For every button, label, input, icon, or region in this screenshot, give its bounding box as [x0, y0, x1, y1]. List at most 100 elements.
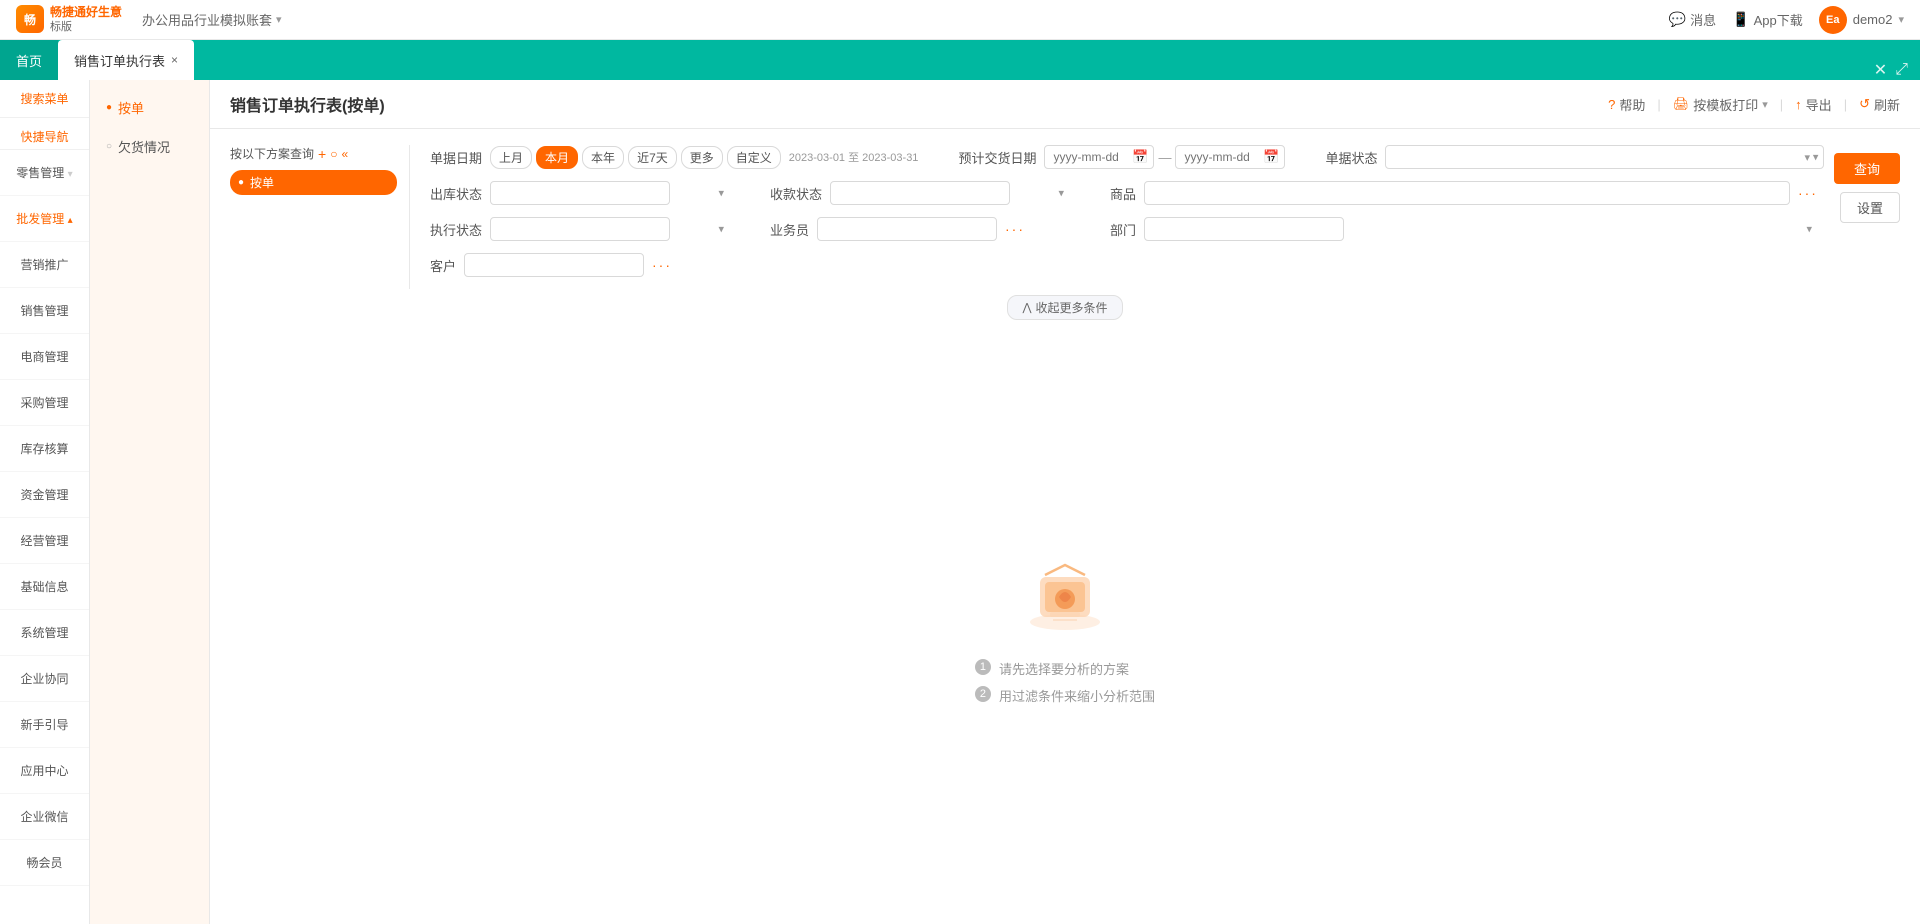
export-btn[interactable]: ↑ 导出	[1795, 95, 1832, 114]
filter-row-2: 出库状态 收款状态 商品	[430, 181, 1818, 205]
filter-dept-item: 部门	[1110, 217, 1818, 241]
empty-tip-2: 2 用过滤条件来缩小分析范围	[975, 686, 1155, 705]
scheme-add-icon[interactable]: +	[318, 146, 326, 162]
date-btn-more[interactable]: 更多	[681, 146, 723, 169]
date-btn-7days[interactable]: 近7天	[628, 146, 677, 169]
scheme-collapse-icon[interactable]: «	[341, 147, 348, 161]
tab-home[interactable]: 首页	[0, 40, 58, 80]
help-btn[interactable]: ? 帮助	[1608, 95, 1645, 114]
message-icon: 💬	[1669, 11, 1686, 28]
sidebar-quick-nav[interactable]: 快捷导航	[0, 118, 89, 150]
help-icon: ?	[1608, 97, 1615, 112]
sidebar-item-purchase[interactable]: 采购管理	[0, 380, 89, 426]
sidebar-item-retail[interactable]: 零售管理 ▾	[0, 150, 89, 196]
filter-doc-status-item: 单据状态 ▾	[1325, 145, 1818, 169]
tab-sales-exec-list[interactable]: 销售订单执行表 ×	[58, 40, 194, 80]
product-input[interactable]	[1144, 181, 1790, 205]
sidebar-item-wholesale[interactable]: 批发管理 ▴	[0, 196, 89, 242]
customer-input[interactable]	[464, 253, 644, 277]
order-bullet-icon: ●	[106, 102, 112, 113]
customer-more-icon[interactable]: ···	[652, 257, 672, 273]
print-icon: 🖨	[1673, 96, 1690, 112]
scheme-circle-icon[interactable]: ○	[330, 147, 337, 161]
calendar-start-icon[interactable]: 📅	[1132, 149, 1148, 165]
tab-close-icon[interactable]: ×	[171, 53, 178, 67]
sub-menu-item-arrears[interactable]: ○ 欠货情况	[90, 127, 209, 166]
content-area: 销售订单执行表(按单) ? 帮助 | 🖨 按模板打印 ▾ | ↑ 导出 |	[210, 80, 1920, 924]
sidebar: 搜索菜单 快捷导航 零售管理 ▾ 批发管理 ▴ 营销推广 销售管理 电商管理 采…	[0, 80, 90, 924]
app-title[interactable]: 办公用品行业模拟账套 ▾	[142, 10, 282, 29]
date-btn-this-month[interactable]: 本月	[536, 146, 578, 169]
sidebar-item-marketing[interactable]: 营销推广	[0, 242, 89, 288]
sidebar-item-member[interactable]: 畅会员	[0, 840, 89, 886]
page-header: 销售订单执行表(按单) ? 帮助 | 🖨 按模板打印 ▾ | ↑ 导出 |	[210, 80, 1920, 129]
nav-expand-icon[interactable]: ⤢	[1895, 61, 1908, 79]
sidebar-item-stock[interactable]: 库存核算	[0, 426, 89, 472]
filter-salesman-item: 业务员 ···	[770, 217, 1070, 241]
sidebar-search[interactable]: 搜索菜单	[0, 80, 89, 118]
filter-area: 按以下方案查询 + ○ « ● 按单	[210, 129, 1920, 328]
logo-text: 畅捷通好生意 标版	[50, 5, 122, 35]
filter-row-4: 客户 ···	[430, 253, 1818, 277]
date-separator: —	[1158, 150, 1171, 165]
avatar: Ea	[1819, 6, 1847, 34]
date-btn-custom[interactable]: 自定义	[727, 146, 781, 169]
tip-num-2: 2	[975, 686, 991, 702]
filter-main: 单据日期 上月 本月 本年 近7天 更多 自定义 2023-03-01 至 20…	[410, 145, 1818, 289]
salesman-input[interactable]	[817, 217, 997, 241]
sidebar-item-finance[interactable]: 资金管理	[0, 472, 89, 518]
sidebar-item-operation[interactable]: 经营管理	[0, 518, 89, 564]
date-btn-group: 上月 本月 本年 近7天 更多 自定义	[490, 146, 781, 169]
filter-out-status-item: 出库状态	[430, 181, 730, 205]
exec-status-select[interactable]	[490, 217, 670, 241]
sidebar-item-ecom[interactable]: 电商管理	[0, 334, 89, 380]
top-bar: 畅 畅捷通好生意 标版 办公用品行业模拟账套 ▾ 💬 消息 📱 App下载 Ea…	[0, 0, 1920, 40]
payment-status-select[interactable]	[830, 181, 1010, 205]
user-menu[interactable]: Ea demo2 ▾	[1819, 6, 1904, 34]
print-btn[interactable]: 🖨 按模板打印 ▾	[1673, 95, 1768, 114]
doc-status-select[interactable]	[1385, 145, 1824, 169]
calendar-end-icon[interactable]: 📅	[1263, 149, 1279, 165]
filter-customer-item: 客户 ···	[430, 253, 730, 277]
sub-menu-item-order[interactable]: ● 按单	[90, 88, 209, 127]
dept-label: 部门	[1110, 220, 1136, 239]
message-btn[interactable]: 💬 消息	[1669, 10, 1716, 29]
sidebar-item-coop[interactable]: 企业协同	[0, 656, 89, 702]
sidebar-item-system[interactable]: 系统管理	[0, 610, 89, 656]
salesman-label: 业务员	[770, 220, 809, 239]
customer-label: 客户	[430, 256, 456, 275]
nav-right-icons: ✕ ⤢	[1874, 60, 1920, 80]
out-status-select[interactable]	[490, 181, 670, 205]
filter-date-item: 单据日期 上月 本月 本年 近7天 更多 自定义 2023-03-01 至 20…	[430, 146, 918, 169]
sidebar-item-guide[interactable]: 新手引导	[0, 702, 89, 748]
expected-date-label: 预计交货日期	[958, 148, 1036, 167]
divider1: |	[1657, 97, 1660, 112]
divider3: |	[1844, 97, 1847, 112]
sidebar-search-label[interactable]: 搜索菜单	[8, 90, 81, 107]
sidebar-item-appstore[interactable]: 应用中心	[0, 748, 89, 794]
filter-scheme-label: 按以下方案查询	[230, 145, 314, 162]
dept-select[interactable]	[1144, 217, 1344, 241]
collapse-more-btn[interactable]: ⋀ 收起更多条件	[1007, 295, 1122, 320]
product-more-icon[interactable]: ···	[1798, 185, 1818, 201]
date-btn-last-month[interactable]: 上月	[490, 146, 532, 169]
sidebar-item-wechat[interactable]: 企业微信	[0, 794, 89, 840]
filter-body: 按以下方案查询 + ○ « ● 按单	[230, 145, 1900, 289]
query-button[interactable]: 查询	[1834, 153, 1900, 184]
scheme-bullet-icon: ●	[238, 177, 244, 188]
sales-tab-label: 销售订单执行表	[74, 51, 165, 70]
empty-illustration	[1015, 547, 1115, 647]
settings-button[interactable]: 设置	[1840, 192, 1900, 223]
refresh-btn[interactable]: ↺ 刷新	[1859, 95, 1900, 114]
exec-status-label: 执行状态	[430, 220, 482, 239]
nav-close-window-icon[interactable]: ✕	[1874, 60, 1887, 80]
sidebar-item-sales[interactable]: 销售管理	[0, 288, 89, 334]
app-download-btn[interactable]: 📱 App下载	[1732, 10, 1803, 29]
date-btn-this-year[interactable]: 本年	[582, 146, 624, 169]
top-bar-left: 畅 畅捷通好生意 标版 办公用品行业模拟账套 ▾	[16, 5, 282, 35]
sidebar-item-basic[interactable]: 基础信息	[0, 564, 89, 610]
filter-buttons: 查询 设置	[1818, 145, 1900, 289]
scheme-item-order[interactable]: ● 按单	[230, 170, 397, 195]
salesman-more-icon[interactable]: ···	[1005, 221, 1025, 237]
filter-row-3: 执行状态 业务员 ··· 部门	[430, 217, 1818, 241]
